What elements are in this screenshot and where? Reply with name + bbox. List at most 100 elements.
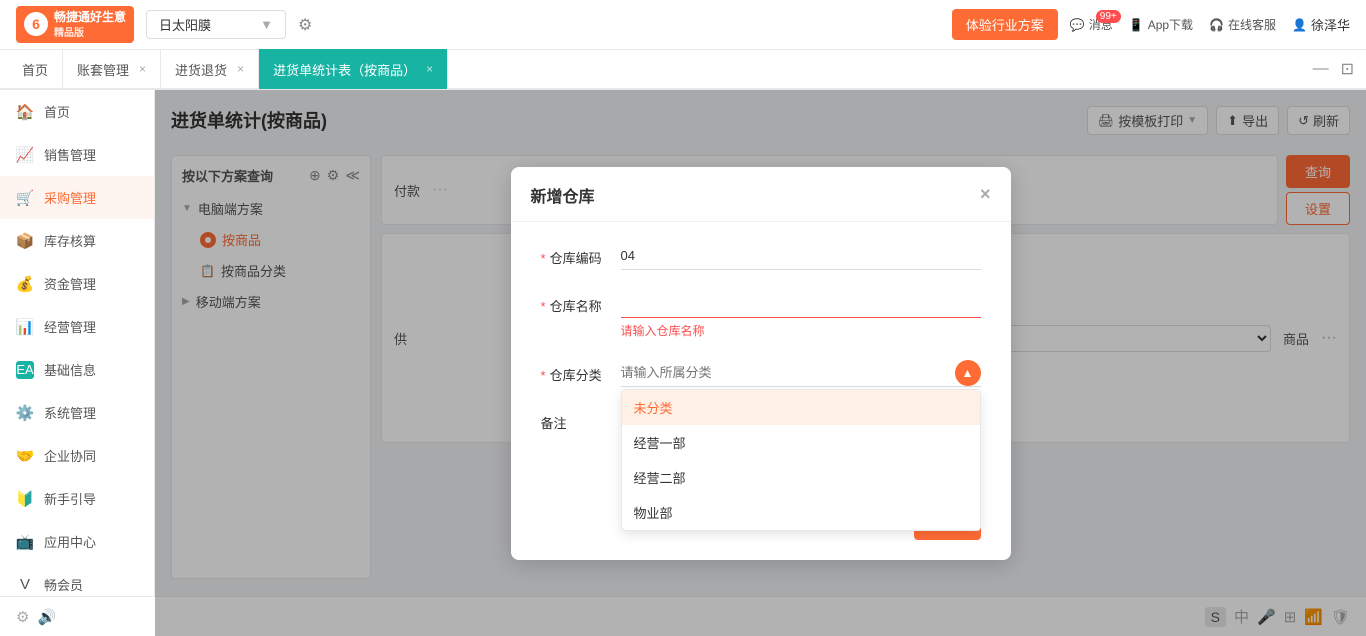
dropdown-item-0[interactable]: 未分类 [622,390,980,425]
name-input[interactable] [621,290,981,318]
user-item[interactable]: 👤 徐泽华 [1292,15,1350,34]
tab-account[interactable]: 账套管理 × [63,49,161,89]
purchase-icon: 🛒 [16,189,34,207]
tab-bar: 首页 账套管理 × 进货退货 × 进货单统计表（按商品） × — ⊡ [0,50,1366,90]
apps-icon: 📺 [16,533,34,551]
modal-header: 新增仓库 × [511,167,1011,222]
experience-button[interactable]: 体验行业方案 [952,9,1058,40]
enterprise-icon: 🤝 [16,447,34,465]
tab-home[interactable]: 首页 [8,49,63,89]
app-download-item[interactable]: 📱 App下载 [1129,16,1193,33]
main-layout: 🏠 首页 📈 销售管理 🛒 采购管理 📦 库存核算 💰 资金管理 📊 经营管理 … [0,90,1366,636]
store-name: 日太阳膜 [159,15,211,34]
dropdown-item-2[interactable]: 经营二部 [622,460,980,495]
sidebar-item-guide[interactable]: 🔰 新手引导 [0,477,154,520]
tab-purchase-return[interactable]: 进货退货 × [161,49,259,89]
category-label: *仓库分类 [541,359,621,384]
operation-icon: 📊 [16,318,34,336]
sidebar-label-guide: 新手引导 [44,489,96,508]
code-label: *仓库编码 [541,242,621,267]
tab-purchase-stat-close[interactable]: × [426,62,433,76]
sidebar-label-inventory: 库存核算 [44,231,96,250]
sidebar-item-operation[interactable]: 📊 经营管理 [0,305,154,348]
logo-area: 6 畅捷通好生意 精品版 [16,6,134,43]
sidebar-label-sales: 销售管理 [44,145,96,164]
sales-icon: 📈 [16,146,34,164]
user-name: 徐泽华 [1311,15,1350,34]
name-label: *仓库名称 [541,290,621,315]
sidebar-label-system: 系统管理 [44,403,96,422]
message-icon-item[interactable]: 💬 消息 99+ [1070,16,1113,33]
sidebar-item-system[interactable]: ⚙️ 系统管理 [0,391,154,434]
sidebar-label-enterprise: 企业协同 [44,446,96,465]
service-label: 在线客服 [1228,16,1276,33]
tab-purchase-stat[interactable]: 进货单统计表（按商品） × [259,49,448,89]
sidebar-item-finance[interactable]: 💰 资金管理 [0,262,154,305]
user-icon: 👤 [1292,18,1307,32]
name-input-wrap: 请输入仓库名称 [621,290,981,339]
headset-icon: 🎧 [1209,18,1224,32]
home-icon: 🏠 [16,103,34,121]
tab-purchase-return-close[interactable]: × [237,62,244,76]
sidebar-label-vip: 畅会员 [44,575,83,594]
tab-bar-buttons: — ⊡ [1309,59,1358,79]
top-bar: 6 畅捷通好生意 精品版 日太阳膜 ▼ ⚙ 体验行业方案 💬 消息 99+ 📱 … [0,0,1366,50]
name-error-text: 请输入仓库名称 [621,322,981,339]
top-icon-group: 💬 消息 99+ 📱 App下载 🎧 在线客服 👤 徐泽华 [1070,15,1350,34]
sidebar-label-apps: 应用中心 [44,532,96,551]
code-input-wrap [621,242,981,270]
category-toggle-icon[interactable]: ▲ [955,360,981,386]
chevron-down-icon: ▼ [260,17,273,32]
app-icon: 📱 [1129,18,1144,32]
sidebar-item-sales[interactable]: 📈 销售管理 [0,133,154,176]
sidebar-label-basic: 基础信息 [44,360,96,379]
modal-overlay: 新增仓库 × *仓库编码 [155,90,1366,636]
category-dropdown: 未分类 经营一部 经营二部 物业部 [621,389,981,531]
bottom-left: ⚙ 🔊 [16,608,56,626]
form-row-category: *仓库分类 ▲ 未分类 经营一部 经营二部 [541,359,981,387]
code-input[interactable] [621,242,981,270]
sidebar-label-operation: 经营管理 [44,317,96,336]
sidebar-item-basic[interactable]: EA 基础信息 [0,348,154,391]
sidebar-item-apps[interactable]: 📺 应用中心 [0,520,154,563]
settings-bottom-icon[interactable]: ⚙ [16,608,29,626]
speaker-bottom-icon[interactable]: 🔊 [37,608,56,626]
tab-home-label: 首页 [22,60,48,79]
app-label: App下载 [1148,16,1193,33]
tab-minimize-icon[interactable]: — [1309,60,1333,78]
tab-purchase-stat-label: 进货单统计表（按商品） [273,60,416,79]
inventory-icon: 📦 [16,232,34,250]
message-icon: 💬 [1070,18,1085,32]
guide-icon: 🔰 [16,490,34,508]
form-row-name: *仓库名称 请输入仓库名称 [541,290,981,339]
sidebar-item-purchase[interactable]: 🛒 采购管理 [0,176,154,219]
sidebar-item-inventory[interactable]: 📦 库存核算 [0,219,154,262]
tab-account-label: 账套管理 [77,60,129,79]
sidebar-label-finance: 资金管理 [44,274,96,293]
sidebar: 🏠 首页 📈 销售管理 🛒 采购管理 📦 库存核算 💰 资金管理 📊 经营管理 … [0,90,155,636]
logo-text: 畅捷通好生意 精品版 [54,10,126,39]
vip-icon: V [16,576,34,594]
category-input[interactable] [621,359,981,387]
basic-icon: EA [16,361,34,379]
note-label: 备注 [541,407,621,432]
modal-close-icon[interactable]: × [980,184,991,205]
store-selector[interactable]: 日太阳膜 ▼ [146,10,286,39]
tab-account-close[interactable]: × [139,62,146,76]
category-input-wrap: ▲ 未分类 经营一部 经营二部 物业部 [621,359,981,387]
service-item[interactable]: 🎧 在线客服 [1209,16,1276,33]
tab-purchase-return-label: 进货退货 [175,60,227,79]
dropdown-item-3[interactable]: 物业部 [622,495,980,530]
content-area: 进货单统计(按商品) 🖨 按模板打印 ▼ ⬆ 导出 ↺ 刷新 [155,90,1366,636]
modal-title: 新增仓库 [531,183,595,207]
finance-icon: 💰 [16,275,34,293]
sidebar-item-home[interactable]: 🏠 首页 [0,90,154,133]
dropdown-item-1[interactable]: 经营一部 [622,425,980,460]
modal-new-warehouse: 新增仓库 × *仓库编码 [511,167,1011,560]
modal-body: *仓库编码 *仓库名称 请输入仓库名称 [511,222,1011,495]
logo-icon: 6 [24,12,48,36]
gear-icon[interactable]: ⚙ [298,15,312,35]
sidebar-label-purchase: 采购管理 [44,188,96,207]
tab-expand-icon[interactable]: ⊡ [1337,59,1358,79]
sidebar-item-enterprise[interactable]: 🤝 企业协同 [0,434,154,477]
